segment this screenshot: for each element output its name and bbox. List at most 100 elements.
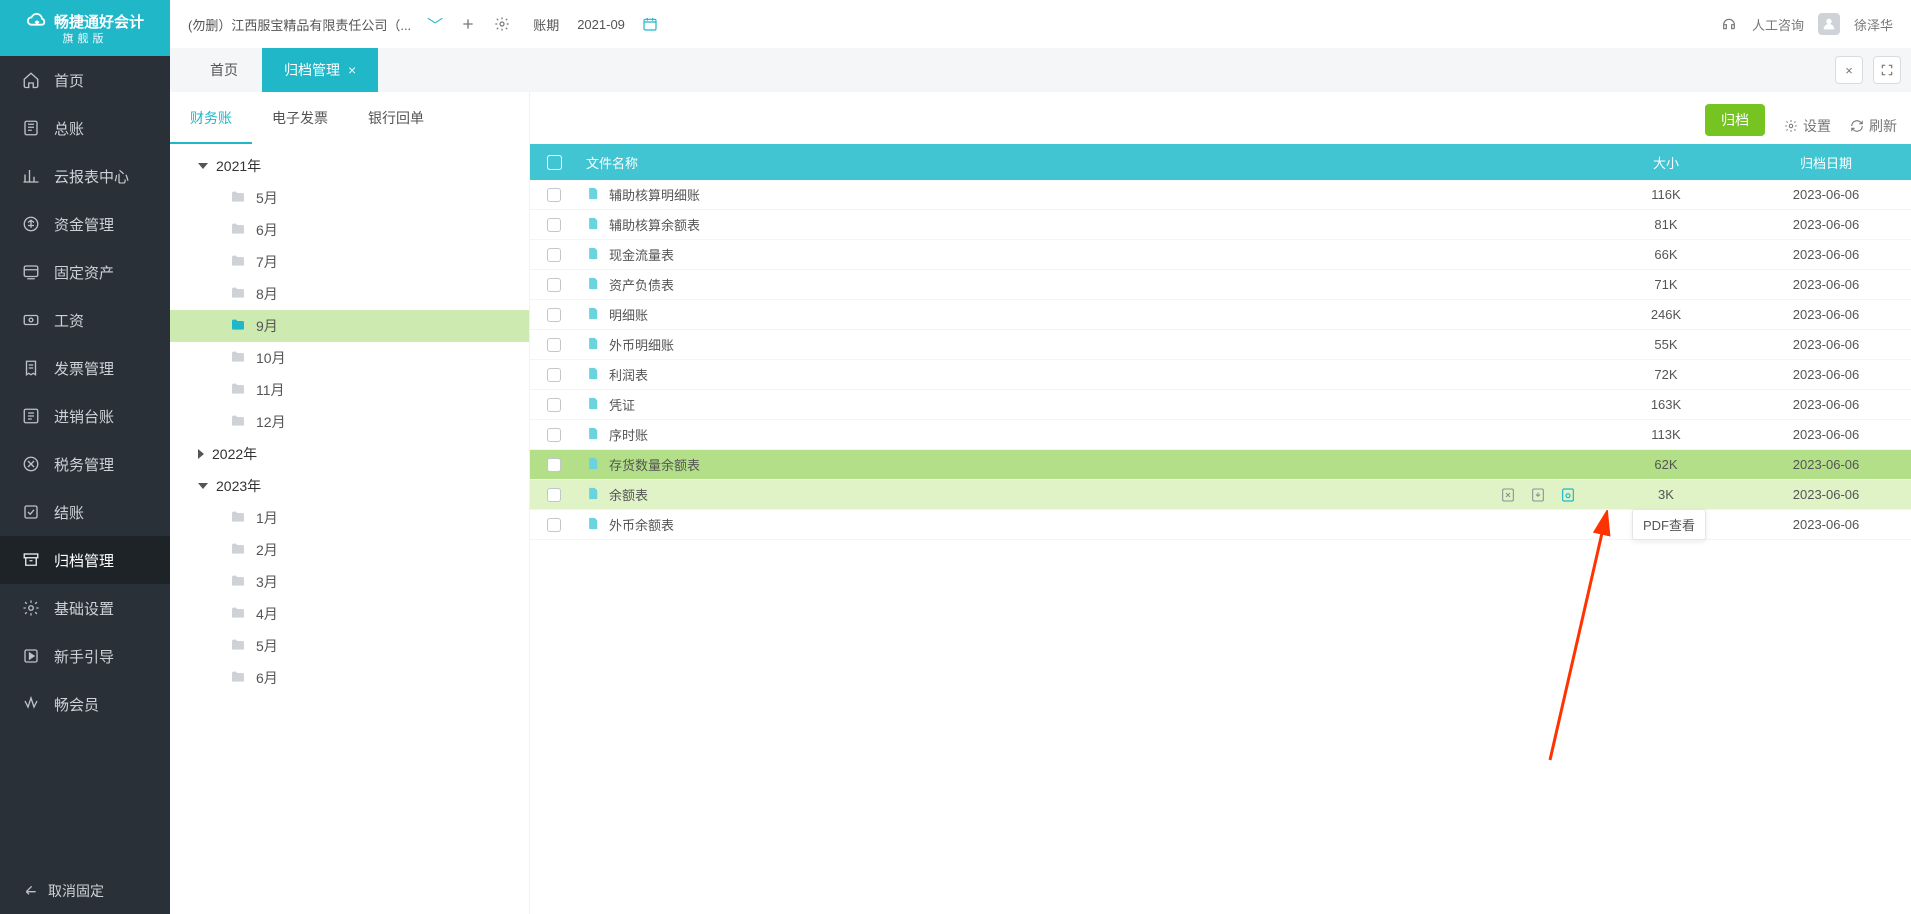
tree-year[interactable]: 2023年 bbox=[170, 470, 529, 502]
sidebar-item-funds[interactable]: 资金管理 bbox=[0, 200, 170, 248]
sidebar-item-label: 税务管理 bbox=[54, 454, 114, 475]
tree-month[interactable]: 5月 bbox=[170, 182, 529, 214]
pdf-download-icon[interactable] bbox=[1529, 486, 1547, 504]
sidebar-item-vip[interactable]: 畅会员 bbox=[0, 680, 170, 728]
sidebar-item-close[interactable]: 结账 bbox=[0, 488, 170, 536]
file-name: 利润表 bbox=[609, 365, 648, 384]
sidebar-item-salary[interactable]: 工资 bbox=[0, 296, 170, 344]
table-row[interactable]: 外币明细账55K2023-06-06 bbox=[530, 330, 1911, 360]
tab-archive[interactable]: 归档管理 × bbox=[262, 48, 378, 92]
col-name[interactable]: 文件名称 bbox=[578, 153, 1591, 172]
sidebar-item-ledger[interactable]: 总账 bbox=[0, 104, 170, 152]
subtab-1[interactable]: 电子发票 bbox=[252, 92, 348, 144]
tooltip-text: PDF查看 bbox=[1643, 518, 1695, 533]
archive-button[interactable]: 归档 bbox=[1705, 104, 1765, 136]
row-checkbox[interactable] bbox=[547, 218, 561, 232]
table-row[interactable]: 余额表3K2023-06-06 bbox=[530, 480, 1911, 510]
gear-icon[interactable] bbox=[493, 15, 511, 33]
tree-month[interactable]: 4月 bbox=[170, 598, 529, 630]
chevron-down-icon[interactable]: ﹀ bbox=[427, 12, 443, 36]
month-label: 1月 bbox=[256, 508, 278, 528]
row-checkbox[interactable] bbox=[547, 308, 561, 322]
col-size[interactable]: 大小 bbox=[1591, 153, 1741, 172]
table-row[interactable]: 序时账113K2023-06-06 bbox=[530, 420, 1911, 450]
row-checkbox[interactable] bbox=[547, 248, 561, 262]
sidebar-item-guide[interactable]: 新手引导 bbox=[0, 632, 170, 680]
file-size: 81K bbox=[1591, 217, 1741, 232]
close-all-icon[interactable]: × bbox=[1835, 56, 1863, 84]
table-row[interactable]: 凭证163K2023-06-06 bbox=[530, 390, 1911, 420]
refresh-link[interactable]: 刷新 bbox=[1849, 116, 1897, 136]
consult-link[interactable]: 人工咨询 bbox=[1752, 15, 1804, 34]
avatar[interactable] bbox=[1818, 13, 1840, 35]
sidebar-unpin[interactable]: 取消固定 bbox=[0, 868, 170, 914]
excel-download-icon[interactable] bbox=[1499, 486, 1517, 504]
table-row[interactable]: 辅助核算明细账116K2023-06-06 bbox=[530, 180, 1911, 210]
user-name[interactable]: 徐泽华 bbox=[1854, 15, 1893, 34]
row-checkbox[interactable] bbox=[547, 398, 561, 412]
period-value[interactable]: 2021-09 bbox=[577, 17, 625, 32]
row-checkbox[interactable] bbox=[547, 488, 561, 502]
tree-year[interactable]: 2022年 bbox=[170, 438, 529, 470]
guide-icon bbox=[22, 647, 40, 665]
pdf-view-icon[interactable] bbox=[1559, 486, 1577, 504]
plus-icon[interactable] bbox=[459, 15, 477, 33]
tab-home[interactable]: 首页 bbox=[188, 48, 260, 92]
subtab-0[interactable]: 财务账 bbox=[170, 92, 252, 144]
tree-month[interactable]: 6月 bbox=[170, 214, 529, 246]
company-selector[interactable]: (勿删）江西服宝精品有限责任公司（... bbox=[188, 15, 411, 34]
tree-month[interactable]: 5月 bbox=[170, 630, 529, 662]
file-size: 66K bbox=[1591, 247, 1741, 262]
calendar-icon[interactable] bbox=[641, 15, 659, 33]
table-row[interactable]: 资产负债表71K2023-06-06 bbox=[530, 270, 1911, 300]
sidebar-item-settings[interactable]: 基础设置 bbox=[0, 584, 170, 632]
tree-month[interactable]: 6月 bbox=[170, 662, 529, 694]
sidebar-item-stock[interactable]: 进销台账 bbox=[0, 392, 170, 440]
row-checkbox[interactable] bbox=[547, 368, 561, 382]
tree-month[interactable]: 8月 bbox=[170, 278, 529, 310]
sidebar-item-tax[interactable]: 税务管理 bbox=[0, 440, 170, 488]
month-label: 3月 bbox=[256, 572, 278, 592]
settings-link[interactable]: 设置 bbox=[1783, 116, 1831, 136]
headset-icon[interactable] bbox=[1720, 15, 1738, 33]
file-icon bbox=[586, 276, 601, 294]
tree-month[interactable]: 12月 bbox=[170, 406, 529, 438]
close-icon[interactable]: × bbox=[348, 62, 356, 78]
sidebar-item-invoice[interactable]: 发票管理 bbox=[0, 344, 170, 392]
col-date[interactable]: 归档日期 bbox=[1741, 153, 1911, 172]
sidebar-item-report[interactable]: 云报表中心 bbox=[0, 152, 170, 200]
file-name: 明细账 bbox=[609, 305, 648, 324]
sidebar-item-archive[interactable]: 归档管理 bbox=[0, 536, 170, 584]
tree-month[interactable]: 11月 bbox=[170, 374, 529, 406]
row-checkbox[interactable] bbox=[547, 188, 561, 202]
subtab-2[interactable]: 银行回单 bbox=[348, 92, 444, 144]
table-row[interactable]: 辅助核算余额表81K2023-06-06 bbox=[530, 210, 1911, 240]
file-name: 外币余额表 bbox=[609, 515, 674, 534]
sidebar-item-asset[interactable]: 固定资产 bbox=[0, 248, 170, 296]
row-checkbox[interactable] bbox=[547, 458, 561, 472]
row-checkbox[interactable] bbox=[547, 428, 561, 442]
tree-month[interactable]: 1月 bbox=[170, 502, 529, 534]
row-checkbox[interactable] bbox=[547, 518, 561, 532]
folder-icon bbox=[230, 573, 246, 592]
row-checkbox[interactable] bbox=[547, 338, 561, 352]
row-checkbox[interactable] bbox=[547, 278, 561, 292]
tree-month[interactable]: 9月 bbox=[170, 310, 529, 342]
tree-month[interactable]: 7月 bbox=[170, 246, 529, 278]
table-row[interactable]: 现金流量表66K2023-06-06 bbox=[530, 240, 1911, 270]
month-label: 5月 bbox=[256, 636, 278, 656]
logo-sub: 旗舰版 bbox=[63, 30, 108, 46]
logo[interactable]: 畅捷通好会计 旗舰版 bbox=[0, 0, 170, 56]
table-row[interactable]: 明细账246K2023-06-06 bbox=[530, 300, 1911, 330]
month-label: 8月 bbox=[256, 284, 278, 304]
tree-month[interactable]: 3月 bbox=[170, 566, 529, 598]
fullscreen-icon[interactable] bbox=[1873, 56, 1901, 84]
table-row[interactable]: 存货数量余额表62K2023-06-06 bbox=[530, 450, 1911, 480]
folder-icon bbox=[230, 605, 246, 624]
tree-month[interactable]: 2月 bbox=[170, 534, 529, 566]
tree-year[interactable]: 2021年 bbox=[170, 150, 529, 182]
select-all-checkbox[interactable] bbox=[547, 155, 562, 170]
tree-month[interactable]: 10月 bbox=[170, 342, 529, 374]
table-row[interactable]: 利润表72K2023-06-06 bbox=[530, 360, 1911, 390]
sidebar-item-home[interactable]: 首页 bbox=[0, 56, 170, 104]
